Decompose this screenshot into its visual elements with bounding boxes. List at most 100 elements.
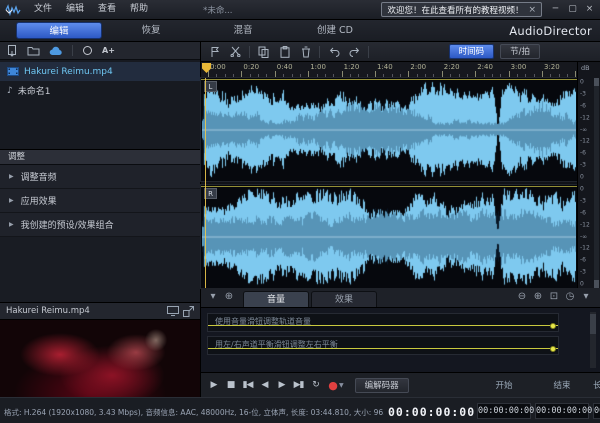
step-forward-button[interactable]: ▶: [273, 380, 290, 390]
tab-restore[interactable]: 恢复: [108, 22, 194, 39]
play-button[interactable]: ▶: [205, 380, 222, 390]
ruler-time-label: 2:00: [410, 63, 426, 71]
expand-arrow-icon: ▶: [9, 173, 14, 180]
loop-button[interactable]: ↻: [307, 380, 324, 390]
minimize-button[interactable]: ─: [547, 0, 564, 19]
media-info-text: 格式: H.264 (1920x1080, 3.43 Mbps), 音频信息: …: [4, 407, 384, 418]
envelope-keyframe-dot[interactable]: [550, 346, 556, 352]
media-file-list: Hakurei Reimu.mp4 ♪ 未命名1: [0, 60, 200, 150]
go-to-end-button[interactable]: ▶▮: [290, 380, 307, 390]
db-tick-label: 0: [580, 173, 584, 180]
zoom-fit-icon[interactable]: ⊡: [546, 288, 562, 306]
volume-envelope-line[interactable]: [201, 186, 577, 187]
vertical-zoom-scrollbar[interactable]: [594, 78, 599, 288]
start-time-field[interactable]: 00:00:00:00: [477, 403, 531, 419]
db-tick-label: -3: [580, 197, 586, 204]
audio-track-right[interactable]: R: [201, 185, 577, 288]
envelope-tab-row: ▾⊕ 音量 效果 ⊖⊕⊡◷▾: [201, 288, 600, 308]
envelope-keyframe-dot[interactable]: [550, 323, 556, 329]
ruler-time-label: 1:20: [344, 63, 360, 71]
envelope-scrollbar[interactable]: [590, 312, 596, 368]
my-presets-item[interactable]: ▶ 我创建的预设/效果组合: [0, 213, 200, 237]
delete-icon[interactable]: [298, 45, 313, 59]
import-folder-icon[interactable]: [27, 45, 40, 56]
library-panel: A+ Hakurei Reimu.mp4 ♪ 未命名1 调整 ▶ 调整音频 ▶ …: [0, 42, 201, 397]
step-back-button[interactable]: ◀: [256, 380, 273, 390]
volume-envelope-lane[interactable]: 使用音量滑钮调整轨道音量: [207, 313, 559, 332]
copy-icon[interactable]: [256, 45, 271, 59]
list-item-video[interactable]: Hakurei Reimu.mp4: [0, 62, 200, 81]
envelope-line[interactable]: [208, 348, 558, 349]
zoom-time-icon[interactable]: ◷: [562, 288, 578, 306]
adjust-audio-item[interactable]: ▶ 调整音频: [0, 165, 200, 189]
undo-icon[interactable]: [326, 45, 341, 59]
import-media-icon[interactable]: [7, 45, 18, 57]
zoom-out-icon[interactable]: ⊖: [514, 288, 530, 306]
codec-button[interactable]: 编解码器: [355, 378, 409, 393]
tab-effects[interactable]: 效果: [311, 291, 377, 307]
expand-arrow-icon: ▶: [9, 197, 14, 204]
audio-track-left[interactable]: L: [201, 78, 577, 181]
menu-view[interactable]: 查看: [91, 0, 123, 19]
notification-toast[interactable]: 欢迎您！在此查看所有的教程视频！ ×: [381, 2, 542, 17]
maximize-button[interactable]: ▢: [564, 0, 581, 19]
cloud-download-icon[interactable]: [49, 46, 63, 56]
tab-edit[interactable]: 编辑: [16, 22, 102, 39]
marker-icon[interactable]: [207, 45, 222, 59]
menu-help[interactable]: 帮助: [123, 0, 155, 19]
record-options-caret-icon[interactable]: ▼: [339, 382, 344, 389]
envelope-area: 使用音量滑钮调整轨道音量 用左/右声道平衡滑钮调整左右平衡: [201, 308, 600, 372]
track-options-icon[interactable]: ▾: [205, 288, 221, 306]
window-controls: ─ ▢ ×: [547, 0, 598, 19]
preview-monitor-icon[interactable]: [167, 306, 179, 316]
timeline-ruler[interactable]: 0:000:200:401:001:201:402:002:202:403:00…: [201, 62, 577, 78]
ruler-time-label: 1:00: [310, 63, 326, 71]
notification-close-icon[interactable]: ×: [528, 5, 536, 15]
video-preview-thumbnail[interactable]: [0, 320, 200, 397]
close-button[interactable]: ×: [581, 0, 598, 19]
db-tick-label: -3: [580, 90, 586, 97]
db-tick-label: 0: [580, 79, 584, 86]
tab-create-cd[interactable]: 创建 CD: [292, 22, 378, 39]
audio-file-icon: ♪: [7, 86, 13, 96]
split-icon[interactable]: [228, 45, 243, 59]
stop-button[interactable]: ■: [222, 380, 239, 390]
go-to-start-button[interactable]: ▮◀: [239, 380, 256, 390]
add-keyframe-icon[interactable]: ⊕: [221, 288, 237, 306]
waveform-left[interactable]: [202, 79, 576, 180]
length-time-field[interactable]: 00:03:44:19: [593, 403, 600, 419]
file-name: 未命名1: [18, 84, 51, 97]
preview-detach-icon[interactable]: [183, 306, 194, 317]
db-tick-label: -6: [580, 150, 586, 157]
db-scale-column: dB 0-3-6-12-∞-12-6-30 0-3-6-12-∞-12-6-30: [577, 62, 600, 288]
beats-button[interactable]: 节/拍: [500, 44, 540, 59]
end-time-field[interactable]: 00:00:00:00: [535, 403, 589, 419]
apply-effects-item[interactable]: ▶ 应用效果: [0, 189, 200, 213]
text-to-speech-icon[interactable]: A+: [102, 46, 115, 55]
menu-edit[interactable]: 编辑: [59, 0, 91, 19]
expand-arrow-icon: ▶: [9, 221, 14, 228]
toolbar-divider: [368, 46, 369, 58]
menu-file[interactable]: 文件: [27, 0, 59, 19]
zoom-in-icon[interactable]: ⊕: [530, 288, 546, 306]
adjust-section-header: 调整: [0, 150, 200, 165]
toolbar-divider: [249, 46, 250, 58]
view-options-icon[interactable]: ▾: [578, 288, 594, 306]
db-scale-right: 0-3-6-12-∞-12-6-30: [578, 185, 594, 288]
redo-icon[interactable]: [347, 45, 362, 59]
editor-toolbar: 时间码 节/拍: [201, 42, 600, 62]
panel-empty-space: [0, 237, 200, 303]
transport-buttons: ▶■▮◀◀▶▶▮↻●: [205, 379, 341, 392]
volume-envelope-line[interactable]: [201, 79, 577, 80]
pan-envelope-lane[interactable]: 用左/右声道平衡滑钮调整左右平衡: [207, 336, 559, 355]
waveform-right[interactable]: [202, 186, 576, 287]
timecode-button[interactable]: 时间码: [449, 44, 495, 59]
paste-icon[interactable]: [277, 45, 292, 59]
envelope-line[interactable]: [208, 325, 558, 326]
adjust-item-label: 调整音频: [21, 170, 57, 183]
list-item-audio[interactable]: ♪ 未命名1: [0, 81, 200, 100]
record-audio-icon[interactable]: [82, 45, 93, 56]
document-title: *未命...: [203, 4, 232, 16]
tab-volume[interactable]: 音量: [243, 291, 309, 307]
tab-mix[interactable]: 混音: [200, 22, 286, 39]
